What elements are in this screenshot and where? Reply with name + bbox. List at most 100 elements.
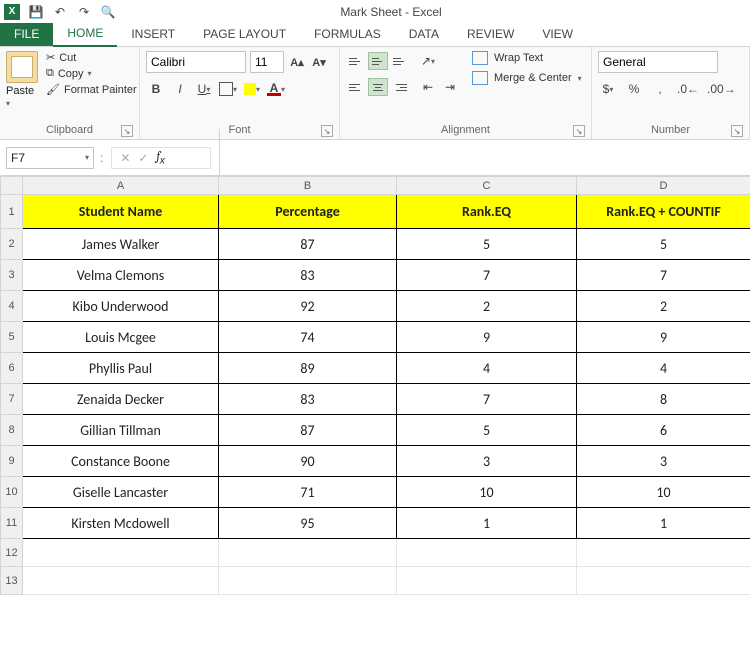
italic-button[interactable]: I <box>170 79 190 99</box>
wrap-text-button[interactable]: Wrap Text <box>472 51 582 65</box>
cell-student-name[interactable]: Kibo Underwood <box>23 291 219 322</box>
cell-student-name[interactable]: Velma Clemons <box>23 260 219 291</box>
increase-font-button[interactable]: A▴ <box>288 53 306 71</box>
underline-button[interactable]: U <box>194 79 214 99</box>
cell-student-name[interactable]: Phyllis Paul <box>23 353 219 384</box>
cut-button[interactable]: Cut <box>46 51 137 64</box>
enter-icon[interactable]: ✓ <box>138 151 148 165</box>
cell-percentage[interactable]: 83 <box>219 260 397 291</box>
increase-decimal-button[interactable]: .0← <box>676 79 700 99</box>
row-header[interactable]: 3 <box>1 260 23 291</box>
cancel-icon[interactable]: ✕ <box>120 151 130 165</box>
row-header[interactable]: 9 <box>1 446 23 477</box>
cell-student-name[interactable]: James Walker <box>23 229 219 260</box>
cell-percentage[interactable]: 83 <box>219 384 397 415</box>
cell-rank-countif[interactable]: 7 <box>577 260 750 291</box>
cell[interactable] <box>219 567 397 595</box>
decrease-font-button[interactable]: A▾ <box>310 53 328 71</box>
alignment-dialog-launcher[interactable]: ↘ <box>573 125 585 137</box>
cell-rank-countif[interactable]: 10 <box>577 477 750 508</box>
copy-button[interactable]: Copy <box>46 67 137 80</box>
align-top-button[interactable] <box>346 52 366 70</box>
cell-percentage[interactable]: 87 <box>219 415 397 446</box>
clipboard-dialog-launcher[interactable]: ↘ <box>121 125 133 137</box>
cell-rank-eq[interactable]: 10 <box>397 477 577 508</box>
cell-student-name[interactable]: Louis Mcgee <box>23 322 219 353</box>
cell-rank-countif[interactable]: 8 <box>577 384 750 415</box>
cell-rank-eq[interactable]: 4 <box>397 353 577 384</box>
align-left-button[interactable] <box>346 78 366 96</box>
cell-student-name[interactable]: Zenaida Decker <box>23 384 219 415</box>
header-cell[interactable]: Percentage <box>219 195 397 229</box>
align-right-button[interactable] <box>390 78 410 96</box>
cell[interactable] <box>397 539 577 567</box>
row-header[interactable]: 7 <box>1 384 23 415</box>
col-header-a[interactable]: A <box>23 177 219 195</box>
cell-rank-countif[interactable]: 5 <box>577 229 750 260</box>
cell-rank-countif[interactable]: 2 <box>577 291 750 322</box>
row-header[interactable]: 8 <box>1 415 23 446</box>
cell-rank-countif[interactable]: 1 <box>577 508 750 539</box>
cell-percentage[interactable]: 90 <box>219 446 397 477</box>
comma-format-button[interactable]: , <box>650 79 670 99</box>
cell-rank-eq[interactable]: 1 <box>397 508 577 539</box>
print-preview-icon[interactable]: 🔍 <box>100 4 116 20</box>
header-cell[interactable]: Rank.EQ + COUNTIF <box>577 195 750 229</box>
row-header[interactable]: 13 <box>1 567 23 595</box>
cell-student-name[interactable]: Constance Boone <box>23 446 219 477</box>
number-dialog-launcher[interactable]: ↘ <box>731 125 743 137</box>
row-header[interactable]: 1 <box>1 195 23 229</box>
cell-percentage[interactable]: 89 <box>219 353 397 384</box>
cell[interactable] <box>397 567 577 595</box>
cell-rank-countif[interactable]: 3 <box>577 446 750 477</box>
cell[interactable] <box>23 539 219 567</box>
undo-icon[interactable]: ↶ <box>52 4 68 20</box>
row-header[interactable]: 10 <box>1 477 23 508</box>
cell-rank-eq[interactable]: 5 <box>397 229 577 260</box>
tab-data[interactable]: DATA <box>395 23 453 46</box>
col-header-c[interactable]: C <box>397 177 577 195</box>
cell-percentage[interactable]: 95 <box>219 508 397 539</box>
cell-rank-countif[interactable]: 6 <box>577 415 750 446</box>
row-header[interactable]: 12 <box>1 539 23 567</box>
cell[interactable] <box>23 567 219 595</box>
cell-rank-countif[interactable]: 9 <box>577 322 750 353</box>
cell-student-name[interactable]: Gillian Tillman <box>23 415 219 446</box>
cell-percentage[interactable]: 71 <box>219 477 397 508</box>
tab-formulas[interactable]: FORMULAS <box>300 23 395 46</box>
align-bottom-button[interactable] <box>390 52 410 70</box>
decrease-decimal-button[interactable]: .00→ <box>706 79 737 99</box>
merge-center-button[interactable]: Merge & Center <box>472 71 582 85</box>
cell-rank-eq[interactable]: 2 <box>397 291 577 322</box>
cell-student-name[interactable]: Giselle Lancaster <box>23 477 219 508</box>
cell-student-name[interactable]: Kirsten Mcdowell <box>23 508 219 539</box>
cell-rank-countif[interactable]: 4 <box>577 353 750 384</box>
col-header-b[interactable]: B <box>219 177 397 195</box>
cell[interactable] <box>219 539 397 567</box>
align-center-button[interactable] <box>368 78 388 96</box>
cell-rank-eq[interactable]: 7 <box>397 260 577 291</box>
font-name-select[interactable] <box>146 51 246 73</box>
row-header[interactable]: 2 <box>1 229 23 260</box>
format-painter-button[interactable]: Format Painter <box>46 83 137 96</box>
row-header[interactable]: 5 <box>1 322 23 353</box>
cell[interactable] <box>577 539 750 567</box>
percent-format-button[interactable]: % <box>624 79 644 99</box>
select-all-corner[interactable] <box>1 177 23 195</box>
row-header[interactable]: 6 <box>1 353 23 384</box>
tab-insert[interactable]: INSERT <box>117 23 189 46</box>
number-format-select[interactable] <box>598 51 718 73</box>
row-header[interactable]: 11 <box>1 508 23 539</box>
fx-icon[interactable]: fx <box>156 149 164 166</box>
bold-button[interactable]: B <box>146 79 166 99</box>
accounting-format-button[interactable]: $ <box>598 79 618 99</box>
redo-icon[interactable]: ↷ <box>76 4 92 20</box>
fill-color-button[interactable] <box>242 79 262 99</box>
cell-rank-eq[interactable]: 5 <box>397 415 577 446</box>
borders-button[interactable] <box>218 79 238 99</box>
cell-percentage[interactable]: 87 <box>219 229 397 260</box>
font-color-button[interactable]: A <box>266 79 286 99</box>
header-cell[interactable]: Student Name <box>23 195 219 229</box>
tab-file[interactable]: FILE <box>0 23 53 46</box>
decrease-indent-button[interactable]: ⇤ <box>418 77 438 97</box>
